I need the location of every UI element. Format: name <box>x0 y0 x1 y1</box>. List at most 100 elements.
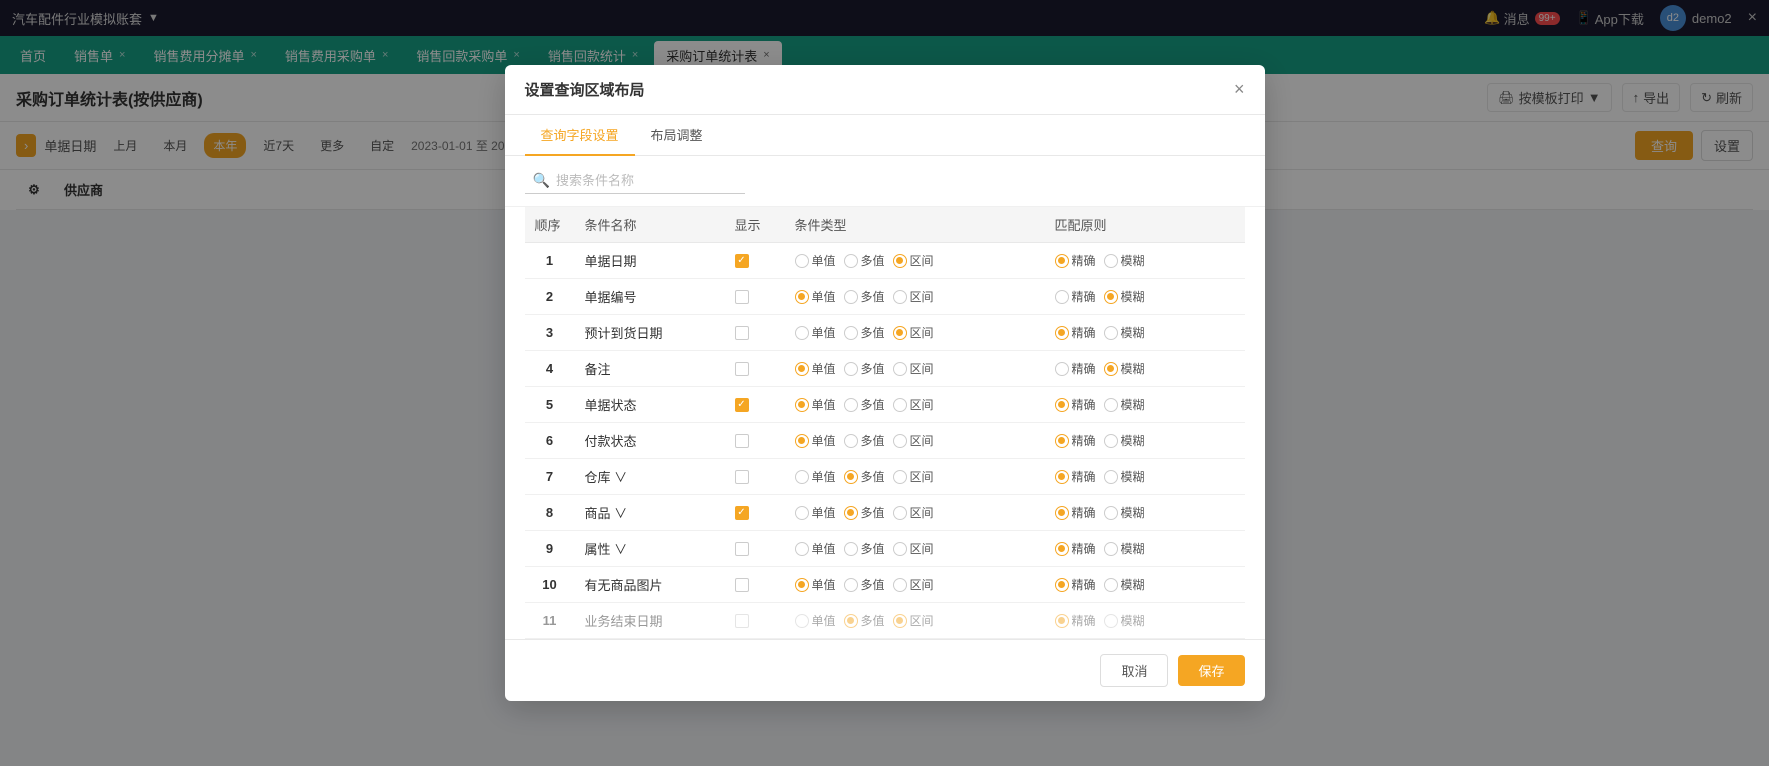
radio-label: 模糊 <box>1121 540 1145 557</box>
radio-label: 精确 <box>1072 576 1096 593</box>
match-radio-item[interactable]: 模糊 <box>1104 396 1145 413</box>
match-radio-item[interactable]: 模糊 <box>1104 360 1145 377</box>
match-radio-item[interactable]: 精确 <box>1055 324 1096 341</box>
match-radio-item[interactable]: 精确 <box>1055 432 1096 449</box>
radio-label: 模糊 <box>1121 396 1145 413</box>
type-radio-item[interactable]: 区间 <box>893 396 934 413</box>
type-radio-item[interactable]: 单值 <box>795 252 836 269</box>
type-radio-item[interactable]: 多值 <box>844 540 885 557</box>
type-radio-item[interactable]: 多值 <box>844 612 885 629</box>
type-radio-item[interactable]: 多值 <box>844 468 885 485</box>
type-radio-item[interactable]: 区间 <box>893 468 934 485</box>
show-checkbox[interactable] <box>735 290 749 304</box>
show-checkbox[interactable]: ✓ <box>735 398 749 412</box>
match-radio-item[interactable]: 精确 <box>1055 468 1096 485</box>
cell-type: 单值多值区间 <box>785 603 1045 639</box>
cell-type: 单值多值区间 <box>785 351 1045 387</box>
type-radio-item[interactable]: 区间 <box>893 612 934 629</box>
cell-name: 业务结束日期 <box>575 603 725 639</box>
cell-show[interactable]: ✓ <box>725 387 785 423</box>
show-checkbox[interactable]: ✓ <box>735 506 749 520</box>
cell-show[interactable] <box>725 423 785 459</box>
modal-tab-layout[interactable]: 布局调整 <box>635 115 719 156</box>
show-checkbox[interactable] <box>735 362 749 376</box>
type-radio-item[interactable]: 多值 <box>844 288 885 305</box>
match-radio-item[interactable]: 精确 <box>1055 252 1096 269</box>
type-radio-item[interactable]: 多值 <box>844 252 885 269</box>
type-radio-item[interactable]: 区间 <box>893 432 934 449</box>
modal-tabs: 查询字段设置 布局调整 <box>505 115 1265 156</box>
show-checkbox[interactable] <box>735 614 749 628</box>
show-checkbox[interactable] <box>735 326 749 340</box>
match-radio-item[interactable]: 精确 <box>1055 504 1096 521</box>
type-radio-item[interactable]: 单值 <box>795 324 836 341</box>
show-checkbox[interactable] <box>735 578 749 592</box>
cell-show[interactable] <box>725 567 785 603</box>
cell-show[interactable] <box>725 531 785 567</box>
radio-circle <box>1055 290 1069 304</box>
type-radio-item[interactable]: 多值 <box>844 324 885 341</box>
match-radio-item[interactable]: 模糊 <box>1104 324 1145 341</box>
modal-header: 设置查询区域布局 × <box>505 65 1265 115</box>
search-input[interactable] <box>556 173 726 188</box>
modal-tab-query-fields[interactable]: 查询字段设置 <box>525 115 635 156</box>
cell-show[interactable] <box>725 279 785 315</box>
type-radio-item[interactable]: 单值 <box>795 540 836 557</box>
match-radio-item[interactable]: 精确 <box>1055 396 1096 413</box>
type-radio-item[interactable]: 单值 <box>795 504 836 521</box>
show-checkbox[interactable] <box>735 542 749 556</box>
modal-close-button[interactable]: × <box>1234 79 1245 100</box>
type-radio-item[interactable]: 区间 <box>893 576 934 593</box>
type-radio-item[interactable]: 多值 <box>844 396 885 413</box>
cell-show[interactable]: ✓ <box>725 243 785 279</box>
type-radio-item[interactable]: 单值 <box>795 468 836 485</box>
cell-show[interactable]: ✓ <box>725 495 785 531</box>
show-checkbox[interactable]: ✓ <box>735 254 749 268</box>
cancel-button[interactable]: 取消 <box>1100 654 1168 687</box>
type-radio-item[interactable]: 单值 <box>795 288 836 305</box>
type-radio-item[interactable]: 区间 <box>893 504 934 521</box>
type-radio-item[interactable]: 区间 <box>893 540 934 557</box>
match-radio-item[interactable]: 模糊 <box>1104 612 1145 629</box>
match-radio-item[interactable]: 模糊 <box>1104 540 1145 557</box>
modal-search-area: 🔍 <box>505 156 1265 207</box>
match-radio-item[interactable]: 精确 <box>1055 612 1096 629</box>
type-radio-item[interactable]: 区间 <box>893 360 934 377</box>
type-radio-item[interactable]: 单值 <box>795 612 836 629</box>
radio-circle <box>1104 362 1118 376</box>
save-button[interactable]: 保存 <box>1178 655 1244 686</box>
cell-name: 单据状态 <box>575 387 725 423</box>
match-radio-item[interactable]: 模糊 <box>1104 288 1145 305</box>
type-radio-item[interactable]: 单值 <box>795 360 836 377</box>
cell-order: 1 <box>525 243 575 279</box>
type-radio-item[interactable]: 多值 <box>844 576 885 593</box>
show-checkbox[interactable] <box>735 470 749 484</box>
cell-type: 单值多值区间 <box>785 459 1045 495</box>
match-radio-item[interactable]: 模糊 <box>1104 468 1145 485</box>
cell-show[interactable] <box>725 459 785 495</box>
type-radio-item[interactable]: 区间 <box>893 288 934 305</box>
type-radio-item[interactable]: 单值 <box>795 576 836 593</box>
type-radio-item[interactable]: 单值 <box>795 432 836 449</box>
match-radio-item[interactable]: 模糊 <box>1104 252 1145 269</box>
cell-match: 精确模糊 <box>1045 567 1245 603</box>
type-radio-item[interactable]: 区间 <box>893 324 934 341</box>
type-radio-item[interactable]: 区间 <box>893 252 934 269</box>
match-radio-item[interactable]: 精确 <box>1055 576 1096 593</box>
match-radio-item[interactable]: 精确 <box>1055 288 1096 305</box>
match-radio-item[interactable]: 模糊 <box>1104 432 1145 449</box>
cell-show[interactable] <box>725 315 785 351</box>
cell-show[interactable] <box>725 603 785 639</box>
type-radio-item[interactable]: 多值 <box>844 504 885 521</box>
match-radio-item[interactable]: 模糊 <box>1104 504 1145 521</box>
type-radio-item[interactable]: 单值 <box>795 396 836 413</box>
modal-overlay[interactable]: 设置查询区域布局 × 查询字段设置 布局调整 🔍 顺序 <box>0 0 1769 766</box>
match-radio-item[interactable]: 模糊 <box>1104 576 1145 593</box>
cell-show[interactable] <box>725 351 785 387</box>
match-radio-item[interactable]: 精确 <box>1055 360 1096 377</box>
type-radio-item[interactable]: 多值 <box>844 432 885 449</box>
show-checkbox[interactable] <box>735 434 749 448</box>
type-radio-item[interactable]: 多值 <box>844 360 885 377</box>
match-radio-item[interactable]: 精确 <box>1055 540 1096 557</box>
radio-circle <box>795 578 809 592</box>
